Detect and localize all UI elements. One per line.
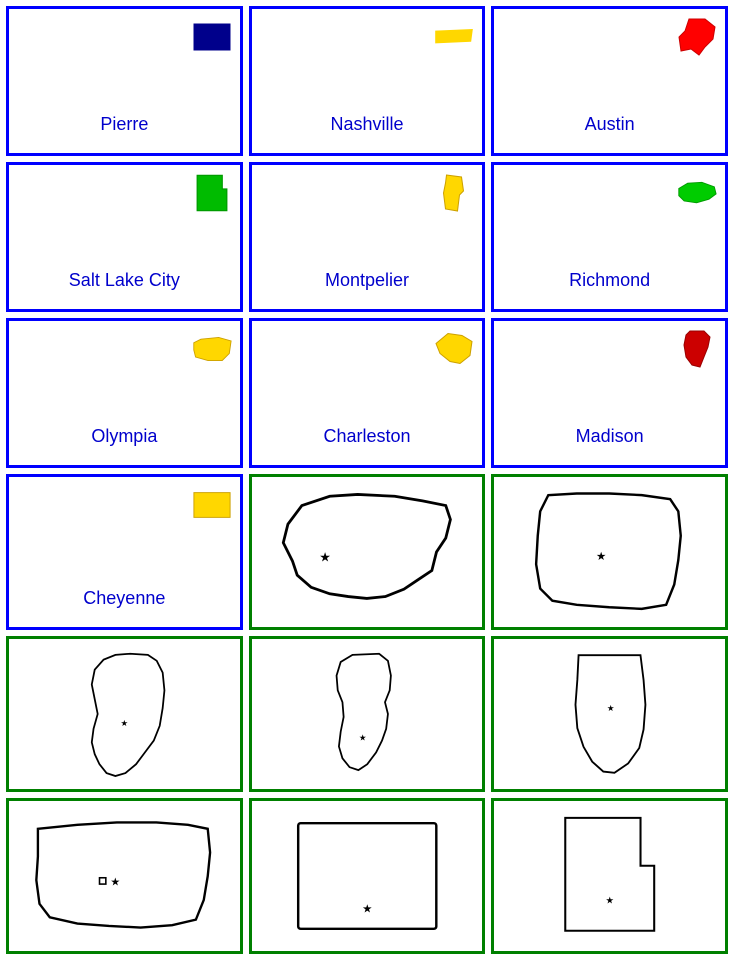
oregon-map-svg: ★ bbox=[528, 487, 691, 617]
texas-icon bbox=[677, 17, 717, 57]
south-dakota-icon bbox=[192, 17, 232, 57]
card-olympia[interactable]: Olympia bbox=[6, 318, 243, 468]
card-richmond[interactable]: Richmond bbox=[491, 162, 728, 312]
utah-map-svg: ★ bbox=[555, 811, 664, 941]
nevada-map-container: ★ bbox=[494, 639, 725, 789]
montana-map-container: ★ bbox=[9, 801, 240, 951]
card-nevada-map[interactable]: ★ bbox=[491, 636, 728, 792]
california-map-container: ★ bbox=[9, 639, 240, 789]
richmond-label: Richmond bbox=[494, 270, 725, 291]
oregon-map-container: ★ bbox=[494, 477, 725, 627]
wisconsin-icon bbox=[677, 329, 717, 369]
card-wyoming-map[interactable]: ★ bbox=[249, 798, 486, 954]
card-salt-lake-city[interactable]: Salt Lake City bbox=[6, 162, 243, 312]
card-grid: Pierre Nashville Austin Salt Lake City M… bbox=[0, 0, 734, 960]
wyoming-map-container: ★ bbox=[252, 801, 483, 951]
vermont-icon bbox=[434, 173, 474, 213]
nevada-map-svg: ★ bbox=[560, 649, 659, 779]
washington-small-icon bbox=[192, 329, 232, 369]
card-utah-map[interactable]: ★ bbox=[491, 798, 728, 954]
svg-text:★: ★ bbox=[319, 549, 331, 564]
utah-map-container: ★ bbox=[494, 801, 725, 951]
svg-text:★: ★ bbox=[596, 551, 606, 563]
card-oregon-map[interactable]: ★ bbox=[491, 474, 728, 630]
svg-text:★: ★ bbox=[359, 734, 366, 743]
charleston-label: Charleston bbox=[252, 426, 483, 447]
wyoming-map-svg: ★ bbox=[286, 811, 449, 941]
card-cheyenne[interactable]: Cheyenne bbox=[6, 474, 243, 630]
idaho-map-svg: ★ bbox=[320, 649, 415, 779]
montpelier-label: Montpelier bbox=[252, 270, 483, 291]
card-montpelier[interactable]: Montpelier bbox=[249, 162, 486, 312]
card-california-map[interactable]: ★ bbox=[6, 636, 243, 792]
kentucky-icon bbox=[677, 173, 717, 213]
california-map-svg: ★ bbox=[77, 649, 172, 779]
card-pierre[interactable]: Pierre bbox=[6, 6, 243, 156]
pierre-label: Pierre bbox=[9, 114, 240, 135]
tennessee-icon bbox=[434, 17, 474, 57]
washington-map-svg: ★ bbox=[274, 487, 460, 617]
svg-text:★: ★ bbox=[121, 719, 128, 728]
card-madison[interactable]: Madison bbox=[491, 318, 728, 468]
card-charleston[interactable]: Charleston bbox=[249, 318, 486, 468]
card-idaho-map[interactable]: ★ bbox=[249, 636, 486, 792]
madison-label: Madison bbox=[494, 426, 725, 447]
salt-lake-city-label: Salt Lake City bbox=[9, 270, 240, 291]
olympia-label: Olympia bbox=[9, 426, 240, 447]
svg-text:★: ★ bbox=[110, 876, 120, 888]
card-austin[interactable]: Austin bbox=[491, 6, 728, 156]
card-nashville[interactable]: Nashville bbox=[249, 6, 486, 156]
wyoming-small-icon bbox=[192, 485, 232, 525]
west-virginia-icon bbox=[434, 329, 474, 369]
nashville-label: Nashville bbox=[252, 114, 483, 135]
svg-text:★: ★ bbox=[362, 904, 372, 916]
svg-text:★: ★ bbox=[605, 895, 614, 906]
austin-label: Austin bbox=[494, 114, 725, 135]
utah-small-icon bbox=[192, 173, 232, 213]
card-washington-map[interactable]: ★ bbox=[249, 474, 486, 630]
idaho-map-container: ★ bbox=[252, 639, 483, 789]
svg-text:★: ★ bbox=[607, 703, 615, 713]
montana-map-svg: ★ bbox=[30, 813, 220, 939]
washington-map-container: ★ bbox=[252, 477, 483, 627]
card-montana-map[interactable]: ★ bbox=[6, 798, 243, 954]
cheyenne-label: Cheyenne bbox=[9, 588, 240, 609]
